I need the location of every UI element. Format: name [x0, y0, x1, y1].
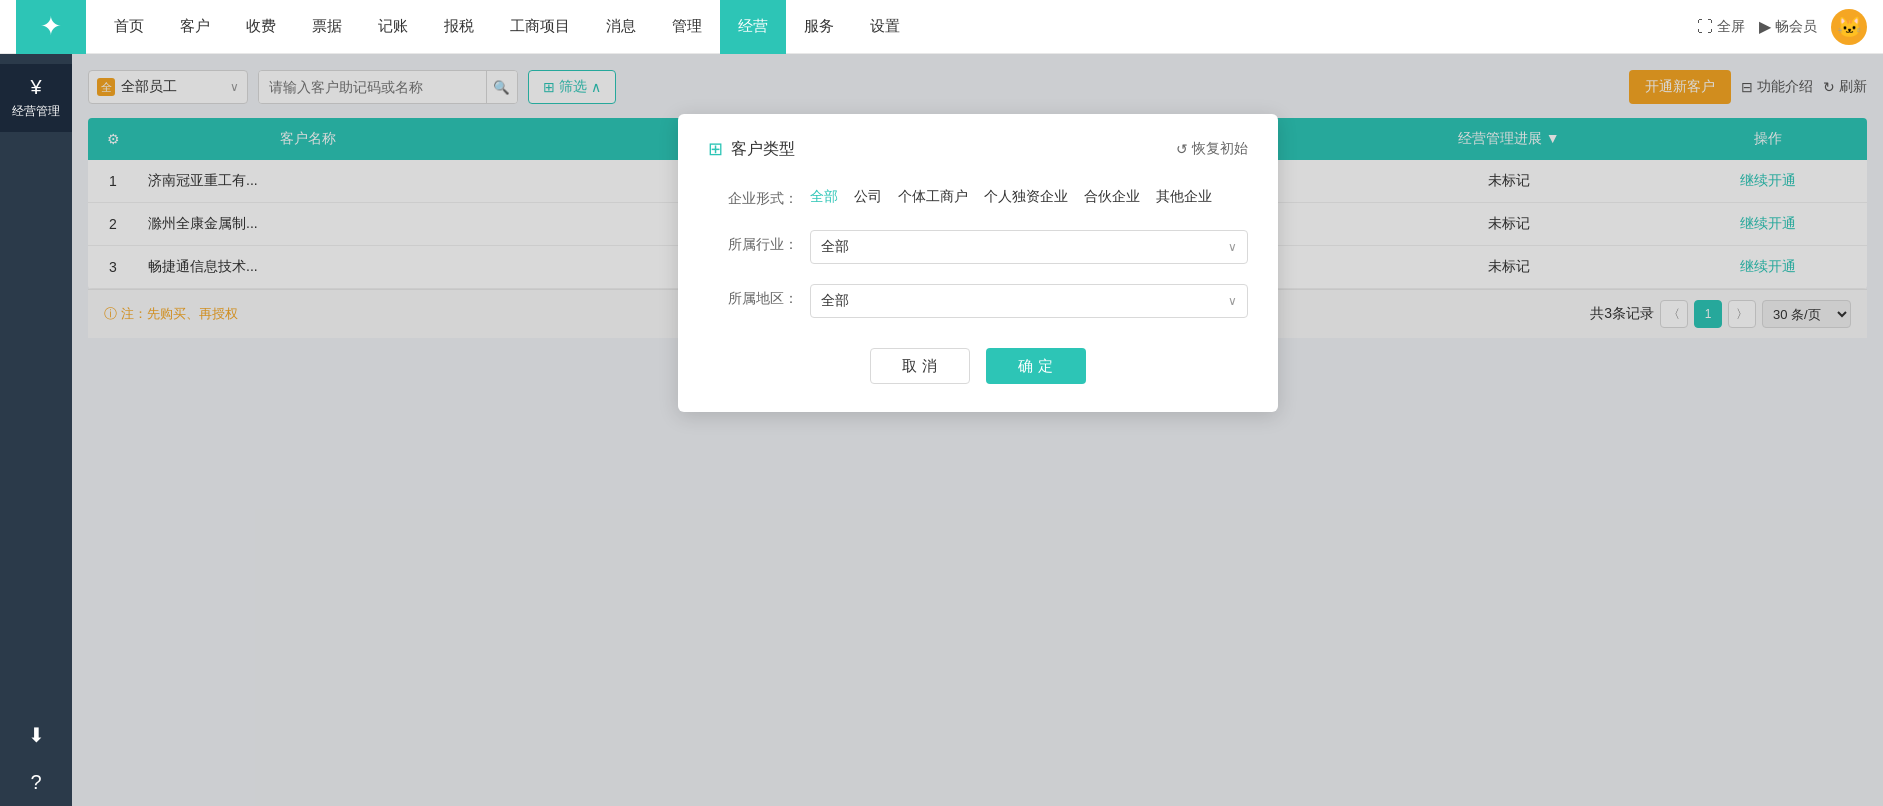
- fullscreen-label: 全屏: [1717, 18, 1745, 36]
- option-all[interactable]: 全部: [810, 184, 838, 210]
- modal-header: ⊞ 客户类型 ↺ 恢复初始: [708, 138, 1248, 160]
- enterprise-options: 全部 公司 个体工商户 个人独资企业 合伙企业 其他企业: [810, 184, 1212, 210]
- confirm-button[interactable]: 确 定: [986, 348, 1086, 384]
- region-value: 全部: [821, 292, 849, 310]
- sidebar-item-operation[interactable]: ¥ 经营管理: [0, 64, 72, 132]
- option-company[interactable]: 公司: [854, 184, 882, 210]
- option-other[interactable]: 其他企业: [1156, 184, 1212, 210]
- member-button[interactable]: ▶ 畅会员: [1759, 17, 1817, 36]
- fullscreen-icon: ⛶: [1697, 18, 1713, 36]
- industry-label: 所属行业：: [708, 230, 798, 254]
- top-navigation: ✦ 首页 客户 收费 票据 记账 报税 工商项目 消息 管理 经营 服务 设置 …: [0, 0, 1883, 54]
- region-label: 所属地区：: [708, 284, 798, 308]
- nav-accounting[interactable]: 记账: [360, 0, 426, 54]
- help-icon: ?: [30, 771, 41, 794]
- sidebar-item-help[interactable]: ?: [0, 759, 72, 806]
- nav-home[interactable]: 首页: [96, 0, 162, 54]
- sidebar-item-download[interactable]: ⬇: [0, 711, 72, 759]
- logo: ✦: [16, 0, 86, 54]
- modal-overlay: ⊞ 客户类型 ↺ 恢复初始 企业形式： 全部 公司 个体工: [72, 54, 1883, 806]
- nav-message[interactable]: 消息: [588, 0, 654, 54]
- nav-operation[interactable]: 经营: [720, 0, 786, 54]
- modal-title: ⊞ 客户类型: [708, 138, 795, 160]
- filter-modal: ⊞ 客户类型 ↺ 恢复初始 企业形式： 全部 公司 个体工: [678, 114, 1278, 412]
- avatar[interactable]: 🐱: [1831, 9, 1867, 45]
- region-row: 所属地区： 全部 ∨: [708, 284, 1248, 318]
- main-content: 全 全部员工 ∨ 🔍 ⊞ 筛选 ∧ 开通新客户 ⊟: [72, 54, 1883, 806]
- nav-manage[interactable]: 管理: [654, 0, 720, 54]
- nav-service[interactable]: 服务: [786, 0, 852, 54]
- cancel-button[interactable]: 取 消: [870, 348, 970, 384]
- modal-footer: 取 消 确 定: [708, 348, 1248, 384]
- fullscreen-button[interactable]: ⛶ 全屏: [1697, 18, 1745, 36]
- sidebar: ¥ 经营管理 ⬇ ?: [0, 54, 72, 806]
- nav-tax[interactable]: 报税: [426, 0, 492, 54]
- nav-items: 首页 客户 收费 票据 记账 报税 工商项目 消息 管理 经营 服务 设置: [96, 0, 1697, 54]
- region-select[interactable]: 全部 ∨: [810, 284, 1248, 318]
- nav-customer[interactable]: 客户: [162, 0, 228, 54]
- yuan-icon: ¥: [30, 76, 41, 99]
- sidebar-item-label: 经营管理: [12, 103, 60, 120]
- industry-select[interactable]: 全部 ∨: [810, 230, 1248, 264]
- option-individual[interactable]: 个人独资企业: [984, 184, 1068, 210]
- nav-right: ⛶ 全屏 ▶ 畅会员 🐱: [1697, 9, 1867, 45]
- option-sole[interactable]: 个体工商户: [898, 184, 968, 210]
- industry-row: 所属行业： 全部 ∨: [708, 230, 1248, 264]
- option-partnership[interactable]: 合伙企业: [1084, 184, 1140, 210]
- enterprise-form-row: 企业形式： 全部 公司 个体工商户 个人独资企业 合伙企业 其他企业: [708, 184, 1248, 210]
- member-icon: ▶: [1759, 17, 1771, 36]
- reset-label: 恢复初始: [1192, 140, 1248, 158]
- industry-chevron-icon: ∨: [1228, 240, 1237, 254]
- nav-fee[interactable]: 收费: [228, 0, 294, 54]
- logo-icon: ✦: [40, 11, 62, 42]
- member-label: 畅会员: [1775, 18, 1817, 36]
- modal-title-text: 客户类型: [731, 139, 795, 160]
- enterprise-form-label: 企业形式：: [708, 184, 798, 208]
- nav-industry[interactable]: 工商项目: [492, 0, 588, 54]
- nav-bill[interactable]: 票据: [294, 0, 360, 54]
- industry-value: 全部: [821, 238, 849, 256]
- nav-settings[interactable]: 设置: [852, 0, 918, 54]
- modal-reset-button[interactable]: ↺ 恢复初始: [1176, 140, 1248, 158]
- download-icon: ⬇: [28, 723, 45, 747]
- reset-icon: ↺: [1176, 141, 1188, 157]
- region-chevron-icon: ∨: [1228, 294, 1237, 308]
- filter-modal-icon: ⊞: [708, 138, 723, 160]
